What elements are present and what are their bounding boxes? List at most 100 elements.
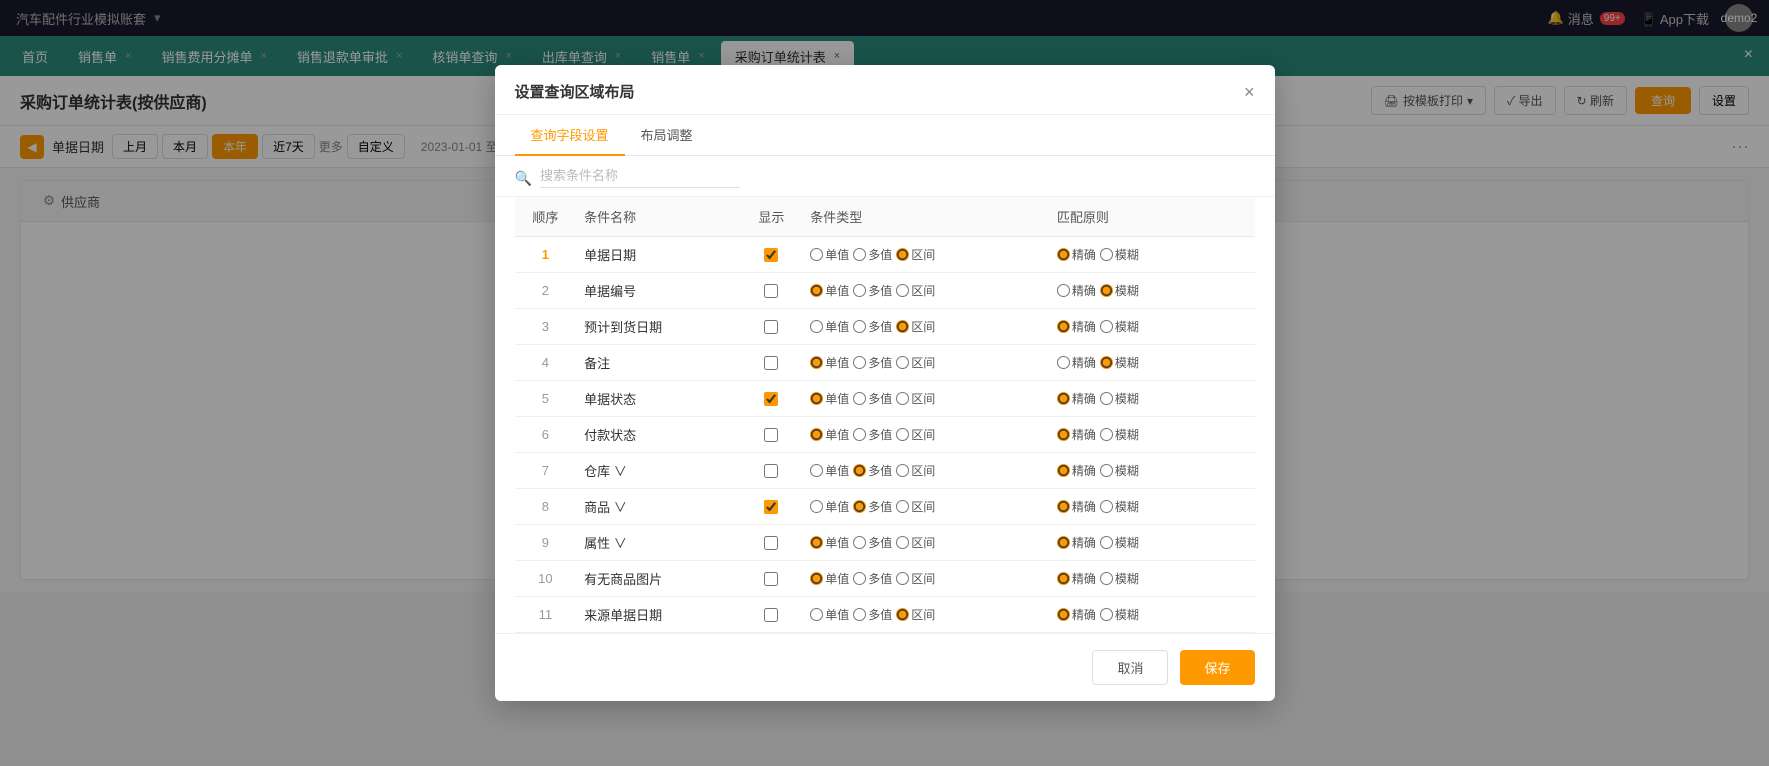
display-checkbox[interactable] <box>764 500 778 514</box>
type-radio[interactable] <box>896 284 909 297</box>
type-radio-label: 单值 <box>810 606 849 623</box>
match-radio[interactable] <box>1100 320 1113 333</box>
type-radio-label: 单值 <box>810 390 849 407</box>
type-radio[interactable] <box>810 536 823 549</box>
display-checkbox[interactable] <box>764 464 778 478</box>
type-radio[interactable] <box>853 464 866 477</box>
type-radio[interactable] <box>896 608 909 621</box>
type-radio[interactable] <box>810 572 823 585</box>
type-radio-label: 区间 <box>896 570 935 587</box>
order-number: 5 <box>542 391 549 406</box>
display-checkbox[interactable] <box>764 320 778 334</box>
type-radio[interactable] <box>853 428 866 441</box>
cancel-button[interactable]: 取消 <box>1092 650 1168 685</box>
match-radio[interactable] <box>1057 392 1070 405</box>
match-radio[interactable] <box>1057 572 1070 585</box>
match-radio[interactable] <box>1057 500 1070 513</box>
save-button[interactable]: 保存 <box>1180 650 1254 685</box>
match-radio[interactable] <box>1100 248 1113 261</box>
match-radio[interactable] <box>1100 572 1113 585</box>
match-radio[interactable] <box>1100 536 1113 549</box>
type-radio[interactable] <box>810 608 823 621</box>
display-checkbox[interactable] <box>764 248 778 262</box>
type-radio[interactable] <box>853 320 866 333</box>
type-radio[interactable] <box>896 500 909 513</box>
type-radio[interactable] <box>810 356 823 369</box>
search-icon: 🔍 <box>515 170 532 187</box>
type-radio[interactable] <box>853 392 866 405</box>
search-input[interactable] <box>540 168 740 188</box>
order-number: 1 <box>542 247 549 262</box>
type-radio-label: 区间 <box>896 534 935 551</box>
table-row: 7仓库 ∨ 单值 多值 区间 精确 模糊 <box>515 453 1255 489</box>
col-type: 条件类型 <box>802 197 1049 237</box>
order-number: 3 <box>542 319 549 334</box>
match-radio[interactable] <box>1100 392 1113 405</box>
type-radio[interactable] <box>853 248 866 261</box>
display-checkbox[interactable] <box>764 536 778 550</box>
type-radio[interactable] <box>810 500 823 513</box>
type-radio[interactable] <box>896 572 909 585</box>
type-radio[interactable] <box>853 536 866 549</box>
match-radio-label: 精确 <box>1057 318 1096 335</box>
type-radio[interactable] <box>810 464 823 477</box>
match-radio-label: 精确 <box>1057 498 1096 515</box>
type-radio[interactable] <box>853 572 866 585</box>
display-checkbox[interactable] <box>764 356 778 370</box>
type-radio-label: 多值 <box>853 390 892 407</box>
match-radio[interactable] <box>1100 500 1113 513</box>
dialog-tab-layout[interactable]: 布局调整 <box>625 115 709 156</box>
table-row: 1单据日期 单值 多值 区间 精确 模糊 <box>515 237 1255 273</box>
match-radio[interactable] <box>1057 608 1070 621</box>
condition-name: 属性 ∨ <box>576 525 740 561</box>
condition-name: 付款状态 <box>576 417 740 453</box>
match-radio-label: 精确 <box>1057 570 1096 587</box>
type-radio[interactable] <box>853 356 866 369</box>
table-header: 顺序 条件名称 显示 条件类型 匹配原则 <box>515 197 1255 237</box>
type-radio[interactable] <box>896 320 909 333</box>
type-radio[interactable] <box>896 356 909 369</box>
dialog-close-button[interactable]: × <box>1244 83 1255 101</box>
type-radio[interactable] <box>853 284 866 297</box>
type-radio[interactable] <box>810 392 823 405</box>
order-number: 9 <box>542 535 549 550</box>
display-checkbox[interactable] <box>764 428 778 442</box>
match-radio[interactable] <box>1100 428 1113 441</box>
type-radio-label: 区间 <box>896 246 935 263</box>
dialog-tab-query-fields[interactable]: 查询字段设置 <box>515 115 625 156</box>
match-radio-label: 模糊 <box>1100 246 1139 263</box>
display-checkbox[interactable] <box>764 608 778 622</box>
type-radio[interactable] <box>853 500 866 513</box>
type-radio[interactable] <box>896 392 909 405</box>
type-radio[interactable] <box>896 248 909 261</box>
match-radio[interactable] <box>1057 356 1070 369</box>
display-checkbox[interactable] <box>764 392 778 406</box>
type-radio[interactable] <box>810 428 823 441</box>
match-radio[interactable] <box>1100 608 1113 621</box>
type-radio[interactable] <box>810 248 823 261</box>
match-radio[interactable] <box>1057 536 1070 549</box>
type-radio[interactable] <box>810 284 823 297</box>
match-radio[interactable] <box>1100 356 1113 369</box>
type-radio-label: 多值 <box>853 426 892 443</box>
match-radio[interactable] <box>1100 284 1113 297</box>
type-radio[interactable] <box>810 320 823 333</box>
match-radio[interactable] <box>1057 248 1070 261</box>
type-radio-label: 多值 <box>853 354 892 371</box>
match-radio-label: 模糊 <box>1100 390 1139 407</box>
table-row: 10有无商品图片 单值 多值 区间 精确 模糊 <box>515 561 1255 597</box>
type-radio-label: 区间 <box>896 498 935 515</box>
match-radio[interactable] <box>1057 284 1070 297</box>
display-checkbox[interactable] <box>764 284 778 298</box>
match-radio[interactable] <box>1057 320 1070 333</box>
type-radio[interactable] <box>853 608 866 621</box>
type-radio[interactable] <box>896 536 909 549</box>
match-radio[interactable] <box>1057 428 1070 441</box>
match-radio[interactable] <box>1057 464 1070 477</box>
match-radio[interactable] <box>1100 464 1113 477</box>
col-name: 条件名称 <box>576 197 740 237</box>
type-radio[interactable] <box>896 464 909 477</box>
display-checkbox[interactable] <box>764 572 778 586</box>
condition-name: 单据编号 <box>576 273 740 309</box>
type-radio[interactable] <box>896 428 909 441</box>
